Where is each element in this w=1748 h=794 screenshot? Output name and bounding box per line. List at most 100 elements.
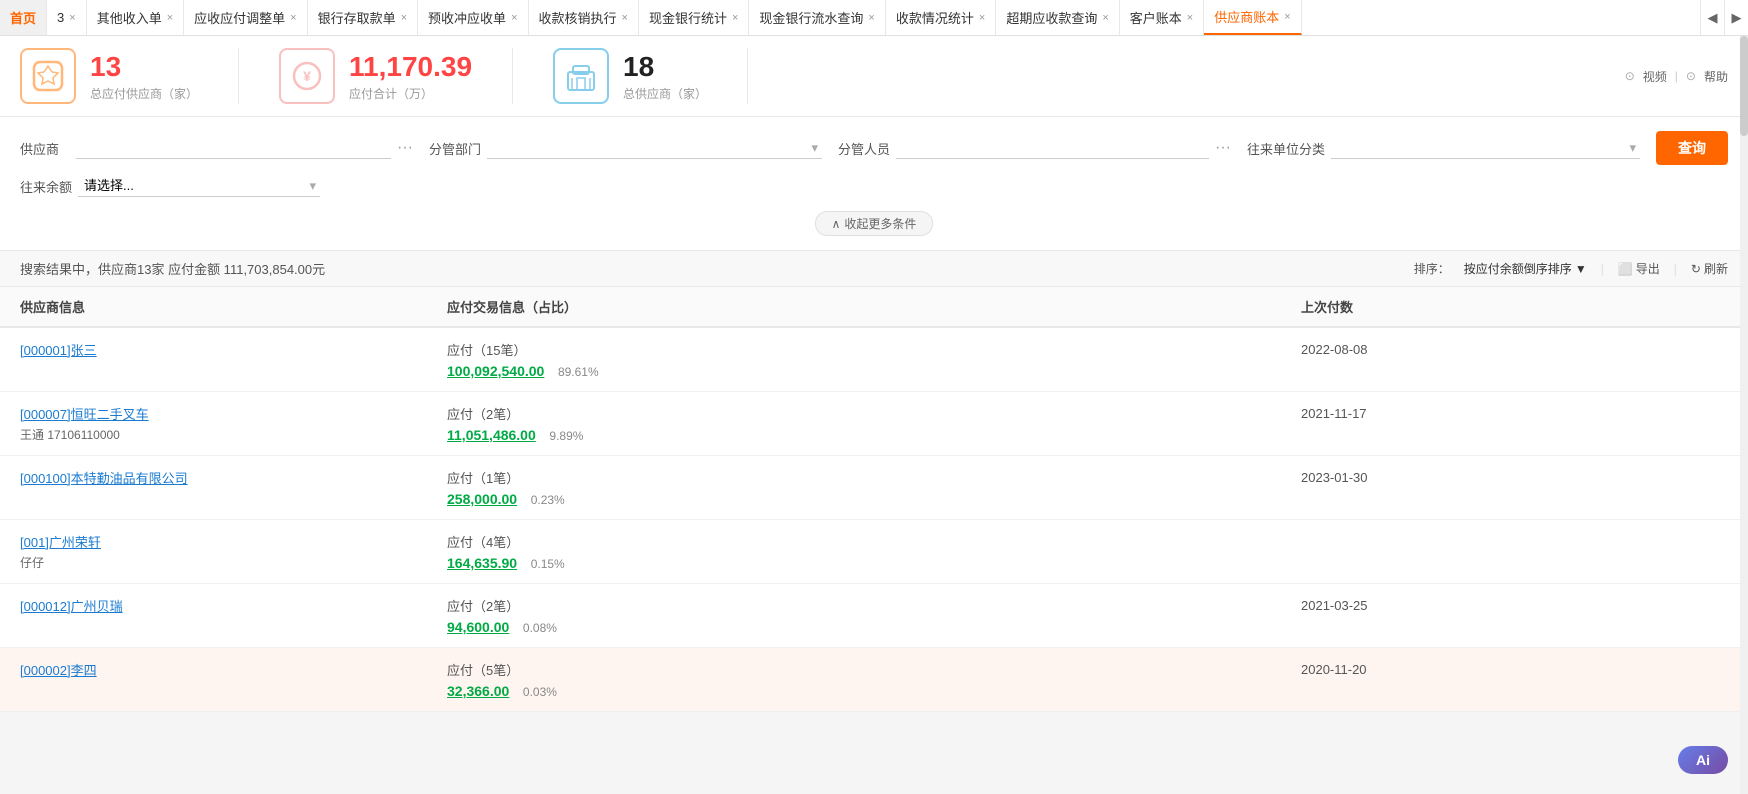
last-payment-cell-3 bbox=[1301, 532, 1728, 534]
stat-icon-3 bbox=[553, 48, 609, 104]
supplier-link-3[interactable]: [001]广州荣轩 bbox=[20, 535, 101, 550]
supplier-sub-3: 仔仔 bbox=[20, 554, 447, 571]
payable-pct-0: 89.61% bbox=[558, 365, 599, 379]
nav-receipt-exec[interactable]: 收款核销执行 × bbox=[529, 0, 639, 35]
nav-arrow-right[interactable]: ▶ bbox=[1724, 0, 1748, 36]
search-area: 供应商 ··· 分管部门 ▾ 分管人员 ··· bbox=[0, 117, 1748, 251]
nav-customer-book-close[interactable]: × bbox=[1187, 12, 1193, 24]
nav-ar-ap-adjust[interactable]: 应收应付调整单 × bbox=[184, 0, 307, 35]
nav-overdue-ar[interactable]: 超期应收款查询 × bbox=[996, 0, 1119, 35]
help-link[interactable]: 帮助 bbox=[1704, 68, 1728, 85]
nav-bank-deposit[interactable]: 银行存取款单 × bbox=[308, 0, 418, 35]
payable-cell-5: 应付（5笔） 32,366.00 0.03% bbox=[447, 660, 1301, 699]
search-field-dept: 分管部门 ▾ bbox=[429, 137, 822, 159]
supplier-input[interactable] bbox=[76, 137, 391, 159]
last-payment-cell-4: 2021-03-25 bbox=[1301, 596, 1728, 613]
balance-label: 往来余额 bbox=[20, 177, 72, 196]
scrollbar-track[interactable] bbox=[1740, 36, 1748, 794]
nav-tab3[interactable]: 3 × bbox=[47, 0, 87, 35]
nav-supplier-book-close[interactable]: × bbox=[1284, 11, 1290, 23]
nav-receipt-stat-close[interactable]: × bbox=[979, 12, 985, 24]
payable-label-1: 应付（2笔） bbox=[447, 404, 1301, 423]
query-button[interactable]: 查询 bbox=[1656, 131, 1728, 165]
supplier-link-0[interactable]: [000001]张三 bbox=[20, 343, 97, 358]
nav-home[interactable]: 首页 bbox=[0, 0, 47, 35]
refresh-button[interactable]: ↻ 刷新 bbox=[1691, 260, 1728, 277]
payable-cell-3: 应付（4笔） 164,635.90 0.15% bbox=[447, 532, 1301, 571]
nav-supplier-book[interactable]: 供应商账本 × bbox=[1204, 0, 1301, 35]
payable-amount-5[interactable]: 32,366.00 bbox=[447, 683, 509, 699]
scrollbar-thumb[interactable] bbox=[1740, 36, 1748, 136]
nav-receipt-exec-close[interactable]: × bbox=[622, 12, 628, 24]
person-input[interactable] bbox=[896, 137, 1209, 159]
payable-pct-5: 0.03% bbox=[523, 685, 557, 699]
nav-tab3-close[interactable]: × bbox=[69, 12, 75, 24]
supplier-cell-0: [000001]张三 bbox=[20, 340, 447, 359]
stat-block-suppliers-payable: 13 总应付供应商（家） bbox=[20, 48, 239, 104]
video-link-icon: ⊙ bbox=[1625, 69, 1635, 83]
nav-ar-ap-close[interactable]: × bbox=[290, 12, 296, 24]
stat-label-1: 总应付供应商（家） bbox=[90, 85, 198, 102]
supplier-cell-1: [000007]恒旺二手叉车 王通 17106110000 bbox=[20, 404, 447, 443]
nav-pre-receive[interactable]: 预收冲应收单 × bbox=[418, 0, 528, 35]
nav-receipt-stat[interactable]: 收款情况统计 × bbox=[886, 0, 996, 35]
payable-row-4: 94,600.00 0.08% bbox=[447, 619, 1301, 635]
video-link[interactable]: 视频 bbox=[1643, 68, 1667, 85]
nav-other-income[interactable]: 其他收入单 × bbox=[87, 0, 184, 35]
nav-cash-flow[interactable]: 现金银行流水查询 × bbox=[749, 0, 885, 35]
col-payable-info: 应付交易信息（占比） bbox=[447, 297, 1301, 316]
person-dots[interactable]: ··· bbox=[1215, 139, 1231, 157]
nav-receipt-exec-label: 收款核销执行 bbox=[539, 8, 617, 27]
balance-select[interactable]: 请选择... bbox=[78, 175, 320, 196]
supplier-link-2[interactable]: [000100]本特勤油品有限公司 bbox=[20, 471, 188, 486]
table-row: [000007]恒旺二手叉车 王通 17106110000 应付（2笔） 11,… bbox=[0, 392, 1748, 456]
nav-overdue-ar-label: 超期应收款查询 bbox=[1006, 8, 1097, 27]
nav-bank-close[interactable]: × bbox=[401, 12, 407, 24]
collapse-bar: ∧ 收起更多条件 bbox=[20, 207, 1728, 240]
payable-amount-1[interactable]: 11,051,486.00 bbox=[447, 427, 536, 443]
dept-select[interactable] bbox=[487, 137, 822, 158]
payable-amount-4[interactable]: 94,600.00 bbox=[447, 619, 509, 635]
stat-text-3: 18 总供应商（家） bbox=[623, 50, 707, 103]
help-link-icon: ⊙ bbox=[1686, 69, 1696, 83]
payable-amount-0[interactable]: 100,092,540.00 bbox=[447, 363, 544, 379]
payable-amount-2[interactable]: 258,000.00 bbox=[447, 491, 517, 507]
supplier-link-4[interactable]: [000012]广州贝瑞 bbox=[20, 599, 123, 614]
payable-amount-3[interactable]: 164,635.90 bbox=[447, 555, 517, 571]
nav-pre-receive-close[interactable]: × bbox=[511, 12, 517, 24]
dept-label: 分管部门 bbox=[429, 139, 481, 158]
stat-number-2: 11,170.39 bbox=[349, 50, 472, 84]
category-select[interactable] bbox=[1331, 137, 1640, 158]
dept-select-wrapper: ▾ bbox=[487, 137, 822, 159]
nav-overdue-ar-close[interactable]: × bbox=[1102, 12, 1108, 24]
nav-cash-stat[interactable]: 现金银行统计 × bbox=[639, 0, 749, 35]
sort-label: 按应付余额倒序排序 bbox=[1464, 260, 1572, 277]
payable-row-0: 100,092,540.00 89.61% bbox=[447, 363, 1301, 379]
sort-arrow-icon: ▼ bbox=[1575, 262, 1587, 276]
nav-other-income-close[interactable]: × bbox=[167, 12, 173, 24]
sort-dropdown[interactable]: 按应付余额倒序排序 ▼ bbox=[1464, 260, 1587, 277]
payable-cell-0: 应付（15笔） 100,092,540.00 89.61% bbox=[447, 340, 1301, 379]
nav-customer-book[interactable]: 客户账本 × bbox=[1120, 0, 1204, 35]
nav-arrows: ◀ ▶ bbox=[1700, 0, 1748, 36]
ai-badge[interactable]: Ai bbox=[1678, 746, 1728, 774]
last-payment-cell-0: 2022-08-08 bbox=[1301, 340, 1728, 357]
export-button[interactable]: ⬜ 导出 bbox=[1618, 260, 1660, 277]
payable-label-0: 应付（15笔） bbox=[447, 340, 1301, 359]
payable-row-2: 258,000.00 0.23% bbox=[447, 491, 1301, 507]
payable-label-3: 应付（4笔） bbox=[447, 532, 1301, 551]
header-stats: 13 总应付供应商（家） ¥ 11,170.39 应付合计（万） bbox=[0, 36, 1748, 117]
collapse-button[interactable]: ∧ 收起更多条件 bbox=[815, 211, 934, 236]
stat-label-2: 应付合计（万） bbox=[349, 85, 472, 102]
payable-cell-4: 应付（2笔） 94,600.00 0.08% bbox=[447, 596, 1301, 635]
supplier-label: 供应商 bbox=[20, 139, 70, 158]
nav-cash-flow-close[interactable]: × bbox=[868, 12, 874, 24]
nav-cash-stat-close[interactable]: × bbox=[732, 12, 738, 24]
supplier-cell-3: [001]广州荣轩 仔仔 bbox=[20, 532, 447, 571]
payable-pct-2: 0.23% bbox=[531, 493, 565, 507]
supplier-link-5[interactable]: [000002]李四 bbox=[20, 663, 97, 678]
supplier-dots[interactable]: ··· bbox=[397, 139, 413, 157]
supplier-link-1[interactable]: [000007]恒旺二手叉车 bbox=[20, 407, 149, 422]
stat-text-2: 11,170.39 应付合计（万） bbox=[349, 50, 472, 103]
nav-arrow-left[interactable]: ◀ bbox=[1700, 0, 1724, 36]
